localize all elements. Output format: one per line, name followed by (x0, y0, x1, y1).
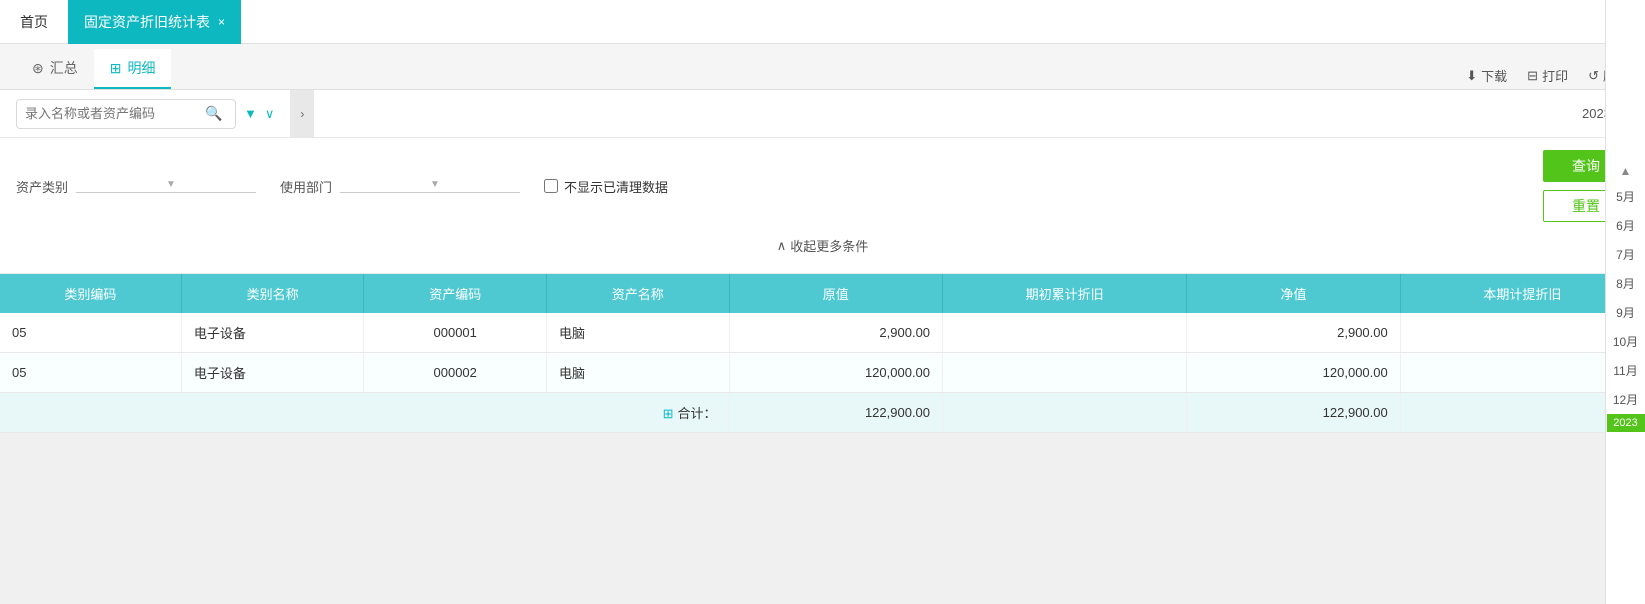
hide-cleared-wrap: 不显示已清理数据 (544, 177, 668, 196)
filter-icon: ▼ (244, 106, 257, 121)
collapse-label: 收起更多条件 (790, 236, 868, 255)
department-select[interactable]: ▼ (340, 179, 520, 193)
cell-orig-val: 2,900.00 (729, 313, 943, 353)
sidebar-month-item[interactable]: 12月 (1613, 385, 1638, 414)
cell-accum-dep (943, 353, 1187, 393)
total-net-val: 122,900.00 (1187, 393, 1401, 433)
tab-close-icon[interactable]: × (218, 15, 225, 29)
cell-cat-code: 05 (0, 313, 181, 353)
cell-cat-name: 电子设备 (181, 353, 364, 393)
sidebar-month-item[interactable]: 8月 (1613, 269, 1638, 298)
tab-summary-label: 汇总 (50, 58, 78, 78)
collapse-icon: ∧ (777, 238, 787, 254)
cell-asset-name: 电脑 (546, 353, 729, 393)
hide-cleared-checkbox[interactable] (544, 179, 558, 193)
cell-net-val: 120,000.00 (1187, 353, 1401, 393)
sidebar-month-item[interactable]: 9月 (1613, 298, 1638, 327)
hide-cleared-label: 不显示已清理数据 (564, 177, 668, 196)
data-table: 类别编码 类别名称 资产编码 资产名称 原值 期初累计折旧 净值 本期计提折旧 … (0, 274, 1645, 433)
download-icon: ⬇ (1466, 68, 1477, 84)
col-original-value: 原值 (729, 274, 943, 313)
table-total-row: ⊞合计： 122,900.00 122,900.00 (0, 393, 1645, 433)
print-label: 打印 (1542, 66, 1568, 85)
cell-asset-code: 000002 (364, 353, 547, 393)
department-field: 使用部门 ▼ (280, 177, 520, 196)
total-icon: ⊞ (663, 406, 674, 421)
tab-detail[interactable]: ⊞ 明细 (94, 49, 172, 89)
tab-detail-label: 明细 (127, 58, 155, 78)
department-label: 使用部门 (280, 177, 332, 196)
cell-cat-code: 05 (0, 353, 181, 393)
refresh-icon: ↺ (1588, 68, 1599, 84)
cell-accum-dep (943, 313, 1187, 353)
search-input-wrap[interactable]: 🔍 (16, 99, 236, 129)
summary-icon: ⊛ (32, 60, 44, 77)
sidebar-month-item[interactable]: 6月 (1613, 211, 1638, 240)
cell-net-val: 2,900.00 (1187, 313, 1401, 353)
active-tab[interactable]: 固定资产折旧统计表 × (68, 0, 241, 44)
total-label-cell: ⊞合计： (0, 393, 729, 433)
sidebar-scroll-up[interactable]: ▲ (1620, 160, 1632, 182)
year-badge[interactable]: 2023 (1607, 414, 1645, 432)
sidebar-month-item[interactable]: 5月 (1613, 182, 1638, 211)
total-orig-val: 122,900.00 (729, 393, 943, 433)
print-icon: ⊟ (1527, 68, 1538, 84)
tab-summary[interactable]: ⊛ 汇总 (16, 49, 94, 89)
sidebar-month-item[interactable]: 10月 (1613, 327, 1638, 356)
more-filters-button[interactable]: ▼ ∨ (244, 106, 274, 122)
filter-panel: 资产类别 ▼ 使用部门 ▼ 不显示已清理数据 查询 重置 (0, 138, 1645, 274)
table-row: 05 电子设备 000001 电脑 2,900.00 2,900.00 (0, 313, 1645, 353)
col-asset-code: 资产编码 (364, 274, 547, 313)
asset-category-select[interactable]: ▼ (76, 179, 256, 193)
col-asset-name: 资产名称 (546, 274, 729, 313)
col-accumulated-depreciation: 期初累计折旧 (943, 274, 1187, 313)
col-net-value: 净值 (1187, 274, 1401, 313)
col-category-code: 类别编码 (0, 274, 181, 313)
asset-category-field: 资产类别 ▼ (16, 177, 256, 196)
cell-asset-code: 000001 (364, 313, 547, 353)
cell-asset-name: 电脑 (546, 313, 729, 353)
table-row: 05 电子设备 000002 电脑 120,000.00 120,000.00 (0, 353, 1645, 393)
total-accum-dep (943, 393, 1187, 433)
search-input[interactable] (25, 106, 205, 121)
print-button[interactable]: ⊟ 打印 (1527, 66, 1568, 85)
download-label: 下载 (1481, 66, 1507, 85)
sidebar-month-item[interactable]: 11月 (1613, 356, 1638, 385)
col-category-name: 类别名称 (181, 274, 364, 313)
download-button[interactable]: ⬇ 下载 (1466, 66, 1507, 85)
asset-category-arrow-icon: ▼ (166, 179, 256, 190)
month-sidebar: ▲ 5月6月7月8月9月10月11月12月 2023 (1605, 0, 1645, 604)
search-bar: 🔍 ▼ ∨ › 2023.01 (0, 90, 1645, 138)
asset-category-label: 资产类别 (16, 177, 68, 196)
detail-icon: ⊞ (110, 60, 122, 77)
cell-cat-name: 电子设备 (181, 313, 364, 353)
date-nav-arrow[interactable]: › (290, 90, 314, 138)
collapse-filters-button[interactable]: ∧ 收起更多条件 (16, 230, 1629, 261)
data-table-wrap: 类别编码 类别名称 资产编码 资产名称 原值 期初累计折旧 净值 本期计提折旧 … (0, 274, 1645, 604)
search-icon: 🔍 (205, 105, 222, 122)
chevron-down-icon: ∨ (265, 106, 275, 122)
sidebar-month-item[interactable]: 7月 (1613, 240, 1638, 269)
tab-title: 固定资产折旧统计表 (84, 12, 210, 32)
cell-orig-val: 120,000.00 (729, 353, 943, 393)
home-nav[interactable]: 首页 (0, 0, 68, 44)
tab-bar: ⊛ 汇总 ⊞ 明细 ⬇ 下载 ⊟ 打印 ↺ 刷新 (0, 44, 1645, 90)
table-header-row: 类别编码 类别名称 资产编码 资产名称 原值 期初累计折旧 净值 本期计提折旧 (0, 274, 1645, 313)
department-arrow-icon: ▼ (430, 179, 520, 190)
